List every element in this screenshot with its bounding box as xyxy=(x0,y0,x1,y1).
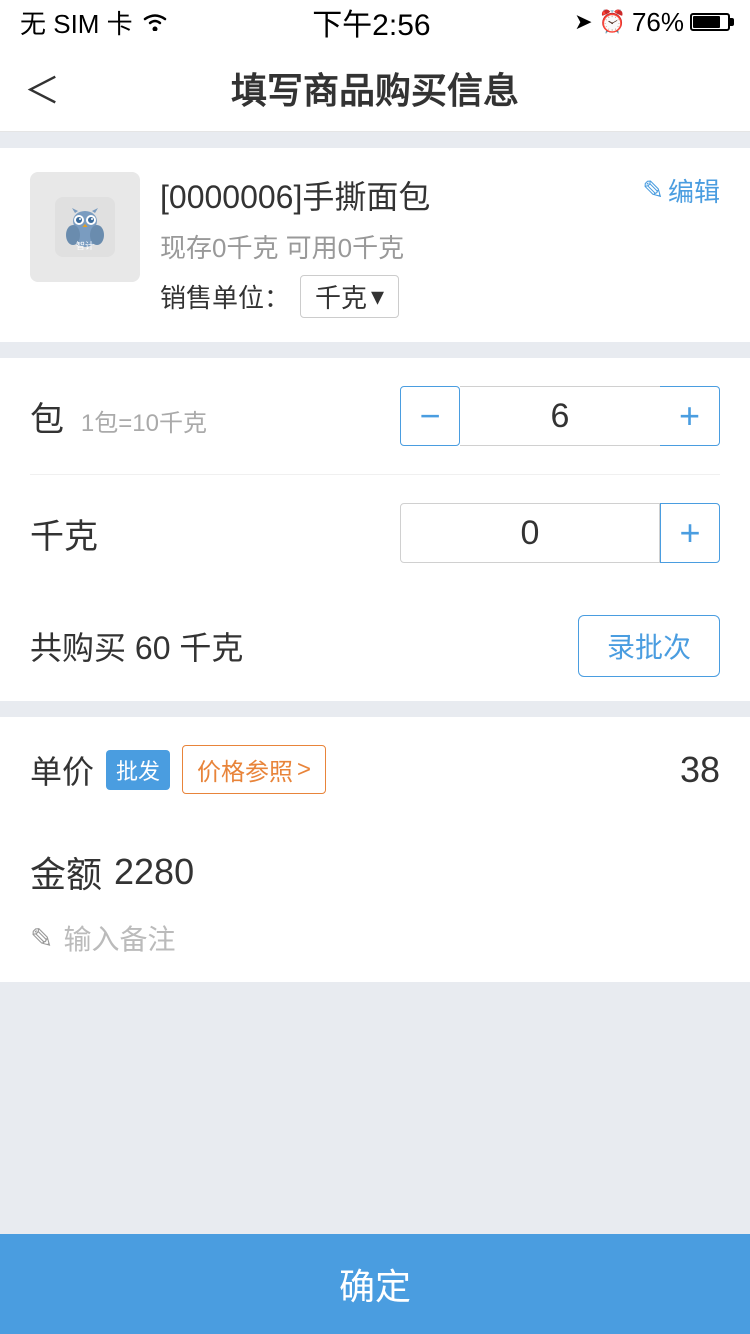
battery-icon xyxy=(690,13,730,31)
unit-dropdown[interactable]: 千克 ▾ xyxy=(300,275,399,318)
edit-icon: ✎ xyxy=(642,175,664,206)
kg-control: + xyxy=(400,503,720,563)
status-left: 无 SIM 卡 xyxy=(20,4,169,41)
package-row: 包 1包=10千克 − + xyxy=(30,358,720,475)
svg-text:智计: 智计 xyxy=(76,240,94,251)
price-type-badge: 批发 xyxy=(106,750,170,790)
status-time: 下午2:56 xyxy=(312,0,430,44)
price-ref-label: 价格参照 xyxy=(197,752,293,787)
top-divider xyxy=(0,132,750,148)
confirm-button[interactable]: 确定 xyxy=(0,1234,750,1334)
total-text: 共购买 60 千克 xyxy=(30,623,243,669)
page-title: 填写商品购买信息 xyxy=(231,62,519,114)
package-label-group: 包 1包=10千克 xyxy=(30,392,207,441)
amount-label: 金额 xyxy=(30,846,102,898)
unit-label: 销售单位： xyxy=(160,278,290,315)
package-plus-button[interactable]: + xyxy=(660,386,720,446)
gps-icon: ➤ xyxy=(574,9,592,35)
batch-button[interactable]: 录批次 xyxy=(578,615,720,677)
price-ref-button[interactable]: 价格参照 > xyxy=(182,745,326,794)
wifi-icon xyxy=(141,7,169,38)
price-row: 单价 批发 价格参照 > 38 xyxy=(30,745,720,794)
price-left: 单价 批发 价格参照 > xyxy=(30,745,326,794)
note-placeholder: 输入备注 xyxy=(63,918,175,958)
product-unit-row: 销售单位： 千克 ▾ xyxy=(160,275,720,318)
product-info: [0000006]手撕面包 现存0千克 可用0千克 销售单位： 千克 ▾ xyxy=(160,172,720,318)
package-minus-button[interactable]: − xyxy=(400,386,460,446)
kg-row: 千克 + xyxy=(30,475,720,591)
product-thumbnail: 智计 xyxy=(30,172,140,282)
kg-label: 千克 xyxy=(30,518,98,556)
kg-input[interactable] xyxy=(400,503,660,563)
product-name: [0000006]手撕面包 xyxy=(160,172,720,218)
price-label: 单价 xyxy=(30,747,94,793)
alarm-icon: ⏰ xyxy=(599,9,626,35)
kg-label-group: 千克 xyxy=(30,509,98,558)
status-right: ➤ ⏰ 76% xyxy=(574,7,730,38)
edit-button[interactable]: ✎ 编辑 xyxy=(642,172,720,209)
kg-plus-button[interactable]: + xyxy=(660,503,720,563)
mid-divider-1 xyxy=(0,342,750,358)
amount-value: 2280 xyxy=(114,851,194,893)
price-section: 单价 批发 价格参照 > 38 xyxy=(0,717,750,818)
product-card-wrapper: 智计 [0000006]手撕面包 现存0千克 可用0千克 销售单位： 千克 ▾ … xyxy=(0,148,750,342)
package-hint: 1包=10千克 xyxy=(81,410,207,437)
status-bar: 无 SIM 卡 下午2:56 ➤ ⏰ 76% xyxy=(0,0,750,44)
package-input[interactable] xyxy=(460,386,660,446)
nav-bar: ＜ 填写商品购买信息 xyxy=(0,44,750,132)
price-value: 38 xyxy=(680,749,720,791)
battery-percent: 76% xyxy=(632,7,684,38)
package-label: 包 xyxy=(30,401,64,439)
price-ref-arrow: > xyxy=(297,756,311,784)
back-button[interactable]: ＜ xyxy=(24,62,60,114)
product-logo: 智计 xyxy=(55,197,115,257)
package-control: − + xyxy=(400,386,720,446)
product-stock: 现存0千克 可用0千克 xyxy=(160,228,720,265)
mid-divider-2 xyxy=(0,701,750,717)
product-card: 智计 [0000006]手撕面包 现存0千克 可用0千克 销售单位： 千克 ▾ xyxy=(0,148,750,342)
edit-label: 编辑 xyxy=(668,172,720,209)
note-row[interactable]: ✎ 输入备注 xyxy=(30,918,720,958)
quantity-section: 包 1包=10千克 − + 千克 + xyxy=(0,358,750,591)
total-row: 共购买 60 千克 录批次 xyxy=(0,591,750,701)
carrier-text: 无 SIM 卡 xyxy=(20,4,133,41)
amount-row: 金额 2280 xyxy=(30,846,720,898)
note-icon: ✎ xyxy=(30,922,53,955)
amount-section: 金额 2280 ✎ 输入备注 xyxy=(0,818,750,982)
